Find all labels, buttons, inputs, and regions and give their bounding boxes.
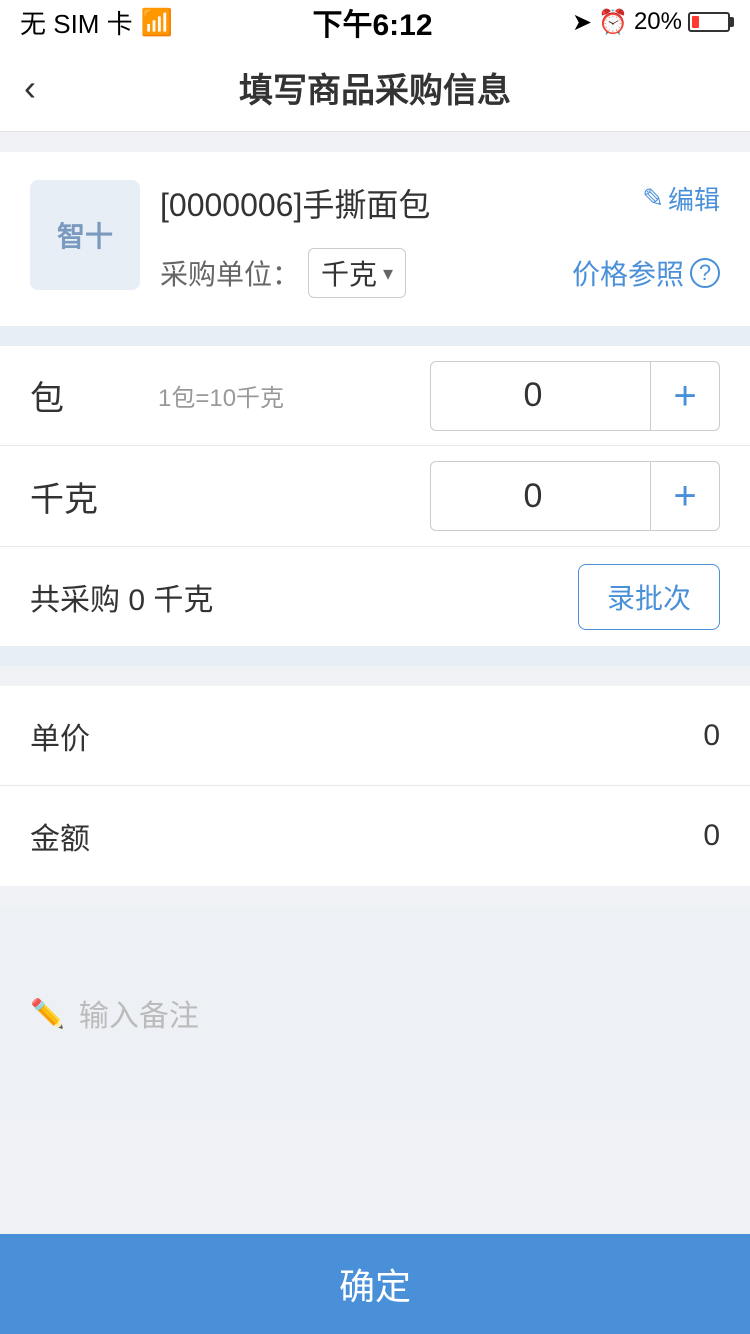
bag-sublabel: 1包=10千克 [158,378,430,413]
unit-value: 千克 [321,253,377,293]
kg-label: 千克 [30,472,150,521]
edit-button[interactable]: ✎ 编辑 [642,180,720,217]
help-icon: ? [690,258,720,288]
alarm-icon: ⏰ [598,8,628,37]
location-icon: ➤ [572,8,592,37]
page-title: 填写商品采购信息 [239,63,511,112]
purchase-unit-row: 采购单位： 千克 ▾ 价格参照 ? [160,248,720,298]
summary-text: 共采购 0 千克 [30,575,213,619]
price-ref-label: 价格参照 [572,253,684,293]
status-bar: 无 SIM 卡 📶 下午6:12 ➤ ⏰ 20% [0,0,750,44]
note-placeholder: 输入备注 [79,991,199,1035]
bag-input-wrap: + [430,361,720,431]
chevron-down-icon: ▾ [383,261,393,286]
product-info: [0000006]手撕面包 ✎ 编辑 采购单位： 千克 ▾ 价格参照 ? [160,180,720,298]
divider-2 [0,646,750,666]
status-right: ➤ ⏰ 20% [572,8,730,37]
price-section: 单价 0 金额 0 [0,686,750,886]
divider-1 [0,326,750,346]
bag-plus-button[interactable]: + [650,361,720,431]
status-time: 下午6:12 [312,0,432,44]
product-card: 智十 [0000006]手撕面包 ✎ 编辑 采购单位： 千克 ▾ 价格参照 ? [0,152,750,326]
unit-label: 采购单位： [160,253,300,293]
unit-price-label: 单价 [30,714,90,758]
confirm-button[interactable]: 确定 [0,1234,750,1334]
back-button[interactable]: ‹ [24,67,36,109]
battery-icon [688,12,730,32]
record-batch-button[interactable]: 录批次 [578,564,720,630]
battery-percent: 20% [634,8,682,36]
price-ref-button[interactable]: 价格参照 ? [572,253,720,293]
kg-input-row: 千克 + [0,446,750,546]
bag-input-row: 包 1包=10千克 + [0,346,750,446]
kg-plus-button[interactable]: + [650,461,720,531]
unit-price-value: 0 [703,719,720,753]
edit-icon: ✎ [642,183,664,214]
unit-select[interactable]: 千克 ▾ [308,248,406,298]
nav-bar: ‹ 填写商品采购信息 [0,44,750,132]
amount-label: 金额 [30,814,90,858]
unit-price-row: 单价 0 [0,686,750,786]
amount-row: 金额 0 [0,786,750,886]
product-logo-text: 智十 [57,215,113,255]
kg-input-wrap: + [430,461,720,531]
amount-value: 0 [703,819,720,853]
note-section[interactable]: ✏️ 输入备注 [0,906,750,1120]
pencil-icon: ✏️ [30,997,65,1030]
input-section: 包 1包=10千克 + 千克 + [0,346,750,546]
sim-status: 无 SIM 卡 [20,4,133,41]
bag-input[interactable] [430,361,650,431]
wifi-icon: 📶 [141,7,173,38]
product-name-row: [0000006]手撕面包 ✎ 编辑 [160,180,720,226]
kg-input[interactable] [430,461,650,531]
summary-row: 共采购 0 千克 录批次 [0,546,750,646]
status-left: 无 SIM 卡 📶 [20,4,173,41]
edit-label: 编辑 [668,180,720,217]
product-name: [0000006]手撕面包 [160,180,430,226]
bag-label: 包 [30,371,150,420]
product-image: 智十 [30,180,140,290]
confirm-label: 确定 [339,1258,411,1310]
